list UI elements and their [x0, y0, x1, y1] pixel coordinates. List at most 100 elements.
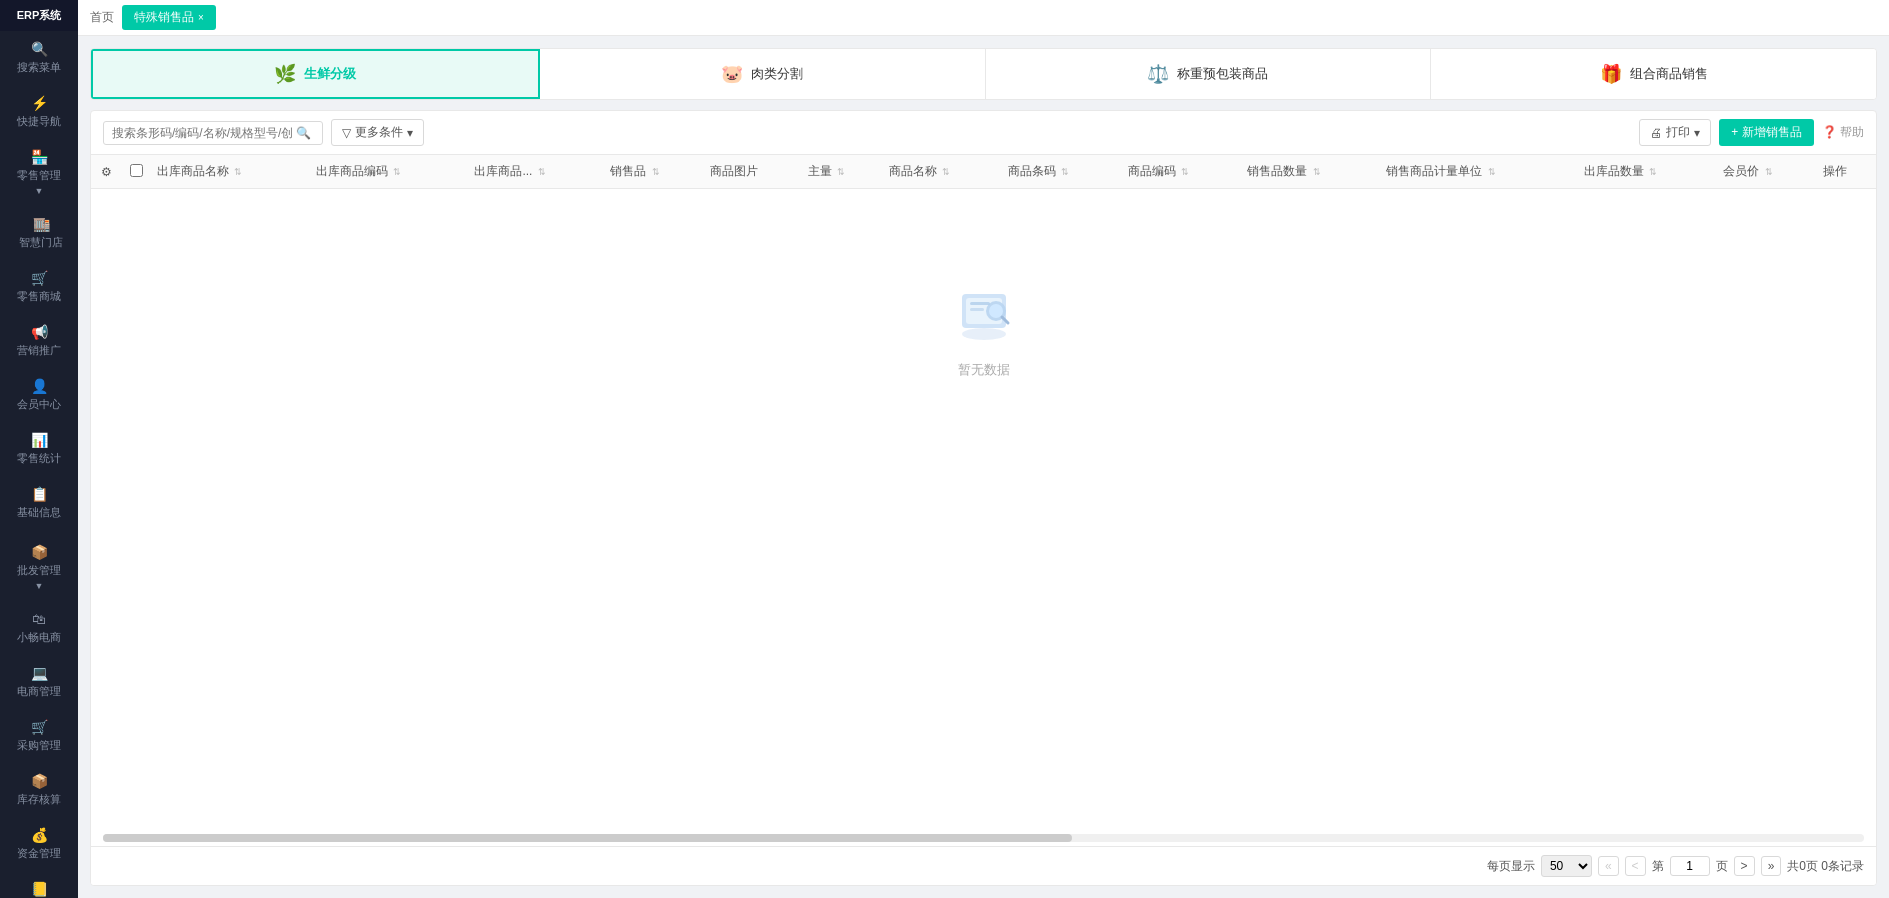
main-area: 首页 特殊销售品 × 🌿 生鲜分级 🐷 肉类分割 ⚖️ 称重预包装商品 🎁 组合…: [78, 0, 1889, 898]
th-sale-qty[interactable]: 销售品数量 ⇅: [1241, 155, 1380, 189]
type-tab-weight-prepack[interactable]: ⚖️ 称重预包装商品: [986, 49, 1432, 99]
chevron-down-icon: ▾: [1694, 126, 1700, 140]
sidebar-item-general-ledger[interactable]: 📒 总账管理: [0, 871, 78, 898]
th-out-qty[interactable]: 出库品数量 ⇅: [1578, 155, 1717, 189]
sidebar-item-label: 库存核算: [17, 792, 61, 807]
empty-row: 暂无数据: [91, 189, 1876, 460]
th-product-code[interactable]: 商品编码 ⇅: [1122, 155, 1242, 189]
sidebar-item-basic-info[interactable]: 📋 基础信息: [0, 476, 78, 530]
print-button[interactable]: 🖨 打印 ▾: [1639, 119, 1711, 146]
svg-rect-6: [970, 308, 984, 311]
search-icon: 🔍: [31, 41, 48, 57]
active-tab[interactable]: 特殊销售品 ×: [122, 5, 216, 30]
sort-arrows-icon: ⇅: [942, 167, 950, 177]
finance-mgmt-icon: 💰: [31, 827, 48, 843]
chevron-down-icon: ▾: [407, 126, 413, 140]
th-operation: 操作: [1817, 155, 1876, 189]
th-out-product-extra[interactable]: 出库商品... ⇅: [468, 155, 604, 189]
app-logo: ERP系统: [0, 0, 78, 31]
empty-text: 暂无数据: [958, 361, 1010, 379]
add-button[interactable]: + 新增销售品: [1719, 119, 1813, 146]
sidebar-item-ecommerce-mgmt[interactable]: 💻 电商管理: [0, 655, 78, 709]
sales-promo-icon: 📢: [31, 324, 48, 340]
fresh-grade-icon: 🌿: [274, 63, 296, 85]
mini-ecommerce-icon: 🛍: [32, 611, 46, 627]
th-checkbox[interactable]: [121, 155, 151, 189]
type-tab-combo-sales[interactable]: 🎁 组合商品销售: [1431, 49, 1876, 99]
toolbar-right: 🖨 打印 ▾ + 新增销售品 ❓ 帮助: [1639, 119, 1864, 146]
quick-nav-icon: ⚡: [31, 95, 48, 111]
page-unit-label: 页: [1716, 858, 1728, 875]
sidebar-item-label: 零售商城: [17, 289, 61, 304]
sidebar-item-smart-store[interactable]: 🏬 智慧门店: [0, 206, 78, 260]
th-gross-weight[interactable]: 主量 ⇅: [802, 155, 882, 189]
sort-arrows-icon: ⇅: [538, 167, 546, 177]
sidebar-item-retail-stats[interactable]: 📊 零售统计: [0, 422, 78, 476]
sidebar-item-label: 采购管理: [17, 738, 61, 753]
filter-button[interactable]: ▽ 更多条件 ▾: [331, 119, 424, 146]
sort-arrows-icon: ⇅: [234, 167, 242, 177]
horizontal-scrollbar[interactable]: [103, 834, 1864, 842]
svg-rect-5: [970, 302, 990, 305]
type-tab-fresh-grade[interactable]: 🌿 生鲜分级: [91, 49, 540, 99]
sort-arrows-icon: ⇅: [1061, 167, 1069, 177]
svg-point-4: [989, 304, 1003, 318]
sidebar-item-purchase-mgmt[interactable]: 🛒 采购管理: [0, 709, 78, 763]
weight-prepack-icon: ⚖️: [1147, 63, 1169, 85]
th-product-image[interactable]: 商品图片: [704, 155, 802, 189]
retail-mgmt-icon: 🏪: [31, 149, 48, 165]
sidebar-item-label: 零售统计: [17, 451, 61, 466]
sidebar-item-finance-mgmt[interactable]: 💰 资金管理: [0, 817, 78, 871]
th-member-price[interactable]: 会员价 ⇅: [1717, 155, 1817, 189]
chevron-down-icon: ▼: [35, 186, 44, 196]
type-tab-meat-cut[interactable]: 🐷 肉类分割: [540, 49, 986, 99]
first-page-button[interactable]: «: [1598, 856, 1619, 876]
next-page-button[interactable]: >: [1734, 856, 1755, 876]
type-tabs: 🌿 生鲜分级 🐷 肉类分割 ⚖️ 称重预包装商品 🎁 组合商品销售: [90, 48, 1877, 100]
ecommerce-mgmt-icon: 💻: [31, 665, 48, 681]
th-sale-unit[interactable]: 销售商品计量单位 ⇅: [1380, 155, 1578, 189]
scrollbar-thumb[interactable]: [103, 834, 1072, 842]
sidebar-item-member-center[interactable]: 👤 会员中心: [0, 368, 78, 422]
table-body: 暂无数据: [91, 189, 1876, 460]
type-tab-label: 组合商品销售: [1630, 65, 1708, 83]
filter-icon: ▽: [342, 126, 351, 140]
sidebar-item-inventory[interactable]: 📦 库存核算: [0, 763, 78, 817]
toolbar-left: 🔍 ▽ 更多条件 ▾: [103, 119, 424, 146]
help-button[interactable]: ❓ 帮助: [1822, 124, 1864, 141]
home-link[interactable]: 首页: [90, 9, 114, 26]
basic-info-icon: 📋: [31, 486, 48, 502]
sidebar-item-retail-mall[interactable]: 🛒 零售商城: [0, 260, 78, 314]
search-input[interactable]: [112, 126, 292, 140]
search-icon: 🔍: [296, 126, 311, 140]
select-all-checkbox[interactable]: [130, 164, 143, 177]
th-out-product-code[interactable]: 出库商品编码 ⇅: [310, 155, 469, 189]
per-page-select[interactable]: 50 10 20 100: [1541, 855, 1592, 877]
sidebar-item-quick-nav[interactable]: ⚡ 快捷导航: [0, 85, 78, 139]
prev-page-button[interactable]: <: [1625, 856, 1646, 876]
last-page-button[interactable]: »: [1761, 856, 1782, 876]
sidebar-item-wholesale-mgmt[interactable]: 📦 批发管理 ▼: [0, 534, 78, 601]
sidebar-item-mini-ecommerce[interactable]: 🛍 小畅电商: [0, 601, 78, 655]
th-out-product-name[interactable]: 出库商品名称 ⇅: [151, 155, 310, 189]
combo-sales-icon: 🎁: [1600, 63, 1622, 85]
th-sale-product[interactable]: 销售品 ⇅: [604, 155, 704, 189]
sidebar-item-search[interactable]: 🔍 搜索菜单: [0, 31, 78, 85]
empty-state: 暂无数据: [91, 189, 1876, 459]
page-number-input[interactable]: [1670, 856, 1710, 876]
th-product-name[interactable]: 商品名称 ⇅: [883, 155, 1003, 189]
general-ledger-icon: 📒: [31, 881, 48, 897]
sort-arrows-icon: ⇅: [1649, 167, 1657, 177]
retail-mall-icon: 🛒: [31, 270, 48, 286]
th-settings[interactable]: ⚙: [91, 155, 121, 189]
sort-arrows-icon: ⇅: [1765, 167, 1773, 177]
th-barcode[interactable]: 商品条码 ⇅: [1002, 155, 1122, 189]
search-box[interactable]: 🔍: [103, 121, 323, 145]
sidebar-item-retail-mgmt[interactable]: 🏪 零售管理 ▼: [0, 139, 78, 206]
tab-close-button[interactable]: ×: [198, 12, 204, 23]
purchase-mgmt-icon: 🛒: [31, 719, 48, 735]
sidebar-item-sales-promo[interactable]: 📢 营销推广: [0, 314, 78, 368]
sort-arrows-icon: ⇅: [1313, 167, 1321, 177]
sidebar: ERP系统 🔍 搜索菜单 ⚡ 快捷导航 🏪 零售管理 ▼ 🏬 智慧门店 🛒 零售…: [0, 0, 78, 898]
sort-arrows-icon: ⇅: [1488, 167, 1496, 177]
